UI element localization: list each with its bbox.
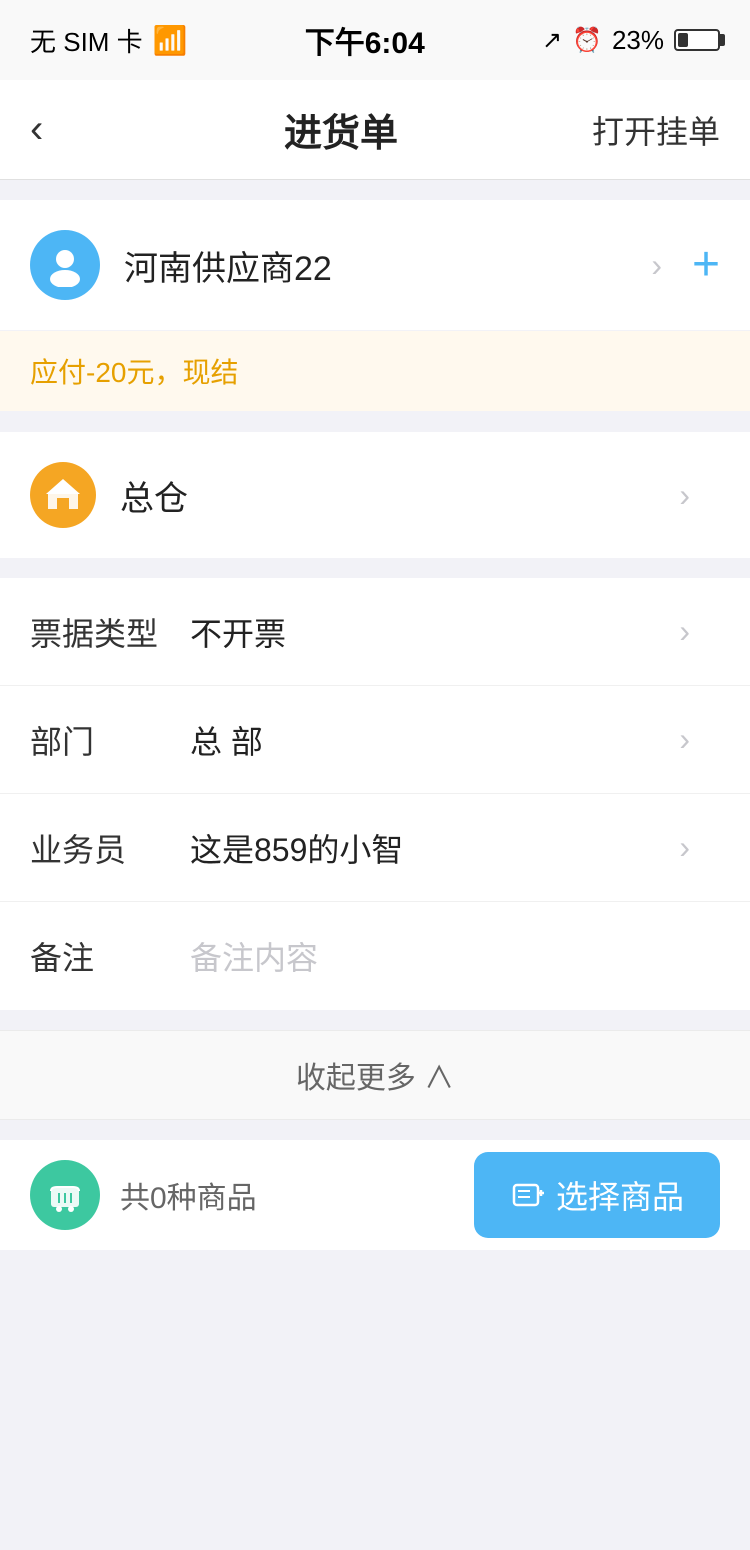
salesperson-row[interactable]: 业务员 这是859的小智 › xyxy=(0,794,750,902)
product-count-icon xyxy=(30,1160,100,1230)
supplier-row[interactable]: 河南供应商22 › + xyxy=(0,200,750,331)
remark-row[interactable]: 备注 备注内容 xyxy=(0,902,750,1010)
status-right: ↗ ⏰ 23% xyxy=(542,25,720,56)
warehouse-chevron-icon: › xyxy=(679,477,690,514)
wifi-icon: 📶 xyxy=(153,24,188,57)
select-product-button[interactable]: 选择商品 xyxy=(474,1152,720,1238)
notice-banner: 应付-20元，现结 xyxy=(0,331,750,412)
collapse-label: 收起更多 ∧ xyxy=(296,1053,454,1097)
invoice-type-row[interactable]: 票据类型 不开票 › xyxy=(0,578,750,686)
supplier-name: 河南供应商22 xyxy=(124,241,651,290)
battery-icon xyxy=(674,29,720,51)
invoice-type-value: 不开票 xyxy=(170,609,679,655)
back-button[interactable]: ‹ xyxy=(30,107,90,152)
department-value: 总 部 xyxy=(170,717,679,763)
department-chevron-icon: › xyxy=(679,721,690,758)
status-time: 下午6:04 xyxy=(305,18,425,62)
open-pending-button[interactable]: 打开挂单 xyxy=(592,107,720,153)
status-left: 无 SIM 卡 📶 xyxy=(30,22,188,59)
carrier-label: 无 SIM 卡 xyxy=(30,22,143,59)
supplier-avatar xyxy=(30,230,100,300)
invoice-type-label: 票据类型 xyxy=(30,609,170,655)
page-title: 进货单 xyxy=(284,102,398,157)
invoice-type-chevron-icon: › xyxy=(679,613,690,650)
warehouse-row[interactable]: 总仓 › xyxy=(0,432,750,558)
notice-text: 应付-20元，现结 xyxy=(30,357,238,388)
select-product-label: 选择商品 xyxy=(556,1172,684,1218)
department-label: 部门 xyxy=(30,717,170,763)
form-section: 票据类型 不开票 › 部门 总 部 › 业务员 这是859的小智 › 备注 备注… xyxy=(0,578,750,1010)
add-supplier-button[interactable]: + xyxy=(692,241,720,289)
remark-input[interactable]: 备注内容 xyxy=(170,933,720,979)
warehouse-section: 总仓 › xyxy=(0,432,750,558)
bottom-bar: 共0种商品 选择商品 xyxy=(0,1140,750,1250)
warehouse-icon xyxy=(30,462,96,528)
supplier-chevron-icon: › xyxy=(651,247,662,284)
department-row[interactable]: 部门 总 部 › xyxy=(0,686,750,794)
salesperson-value: 这是859的小智 xyxy=(170,825,679,871)
product-count-text: 共0种商品 xyxy=(120,1173,474,1217)
user-icon xyxy=(43,243,87,287)
location-icon: ↗ xyxy=(542,26,562,55)
warehouse-name: 总仓 xyxy=(120,471,679,520)
salesperson-label: 业务员 xyxy=(30,825,170,871)
background-fill xyxy=(0,1250,750,1550)
collapse-button[interactable]: 收起更多 ∧ xyxy=(0,1030,750,1120)
top-divider xyxy=(0,180,750,200)
supplier-divider xyxy=(0,412,750,432)
status-bar: 无 SIM 卡 📶 下午6:04 ↗ ⏰ 23% xyxy=(0,0,750,80)
remark-label: 备注 xyxy=(30,933,170,979)
home-icon xyxy=(44,476,82,514)
select-product-icon xyxy=(510,1177,546,1213)
cart-icon xyxy=(45,1175,85,1215)
supplier-section: 河南供应商22 › + 应付-20元，现结 xyxy=(0,200,750,412)
battery-percentage: 23% xyxy=(612,25,664,56)
nav-bar: ‹ 进货单 打开挂单 xyxy=(0,80,750,180)
salesperson-chevron-icon: › xyxy=(679,829,690,866)
alarm-icon: ⏰ xyxy=(572,26,602,55)
